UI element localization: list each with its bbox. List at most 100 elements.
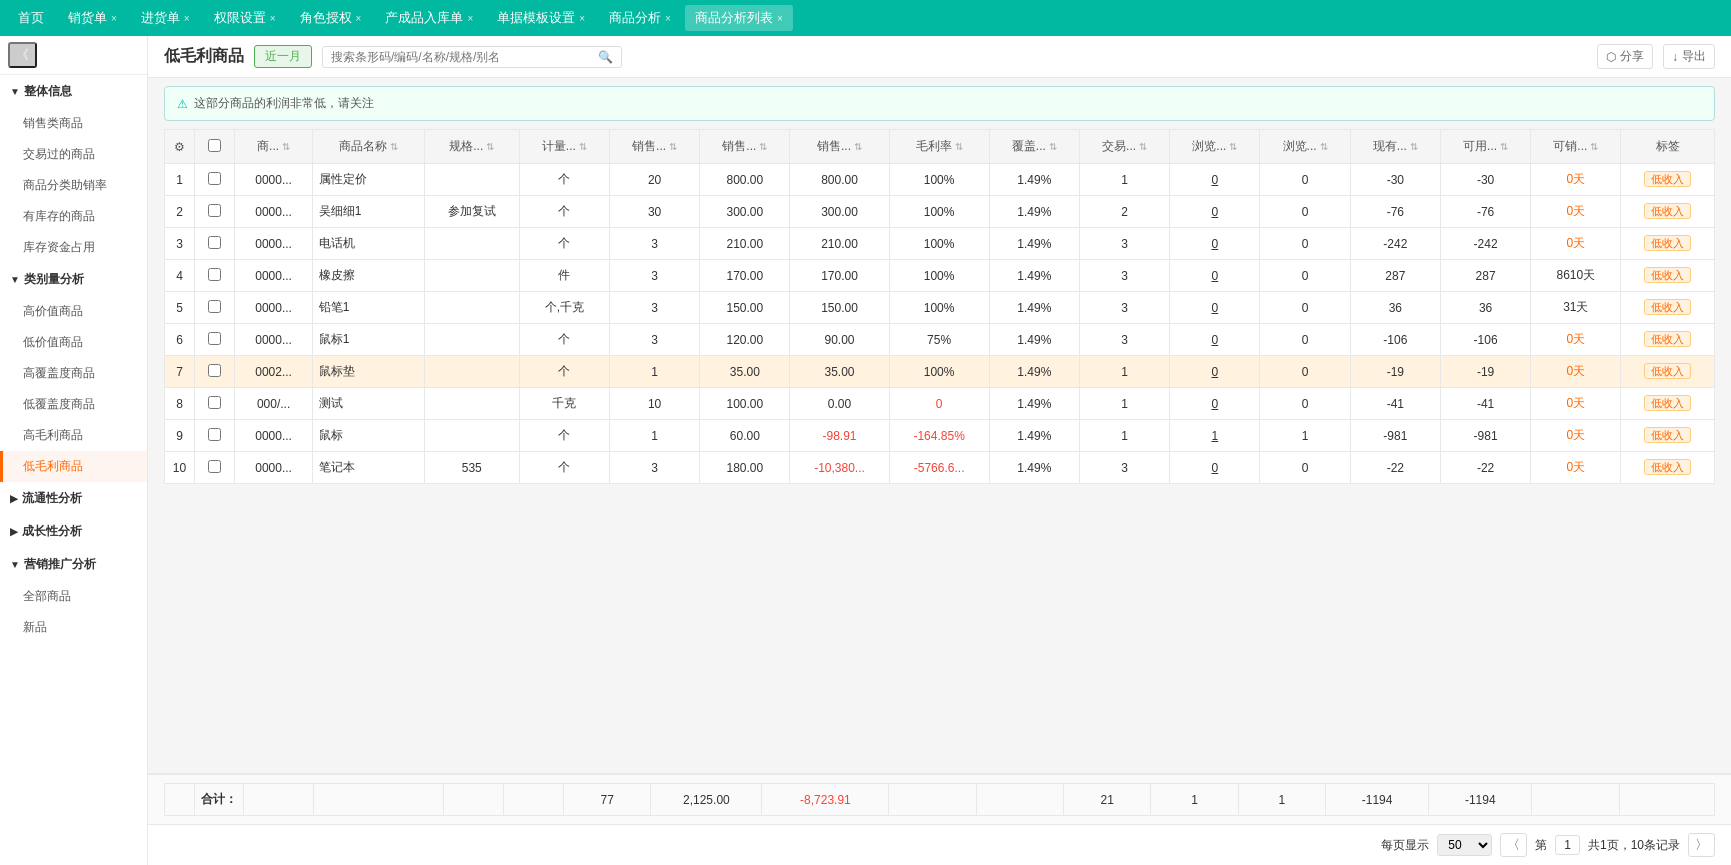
sidebar-item-all-goods[interactable]: 全部商品 [0, 581, 147, 612]
nav-close-product[interactable]: × [467, 13, 473, 24]
pagination-bar: 每页显示 50 100 200 〈 第 1 共1页，10条记录 〉 [148, 824, 1731, 865]
col-name[interactable]: 商品名称 ⇅ [312, 130, 424, 164]
row-checkbox[interactable] [195, 292, 235, 324]
nav-sales-order[interactable]: 销货单 × [58, 5, 127, 31]
nav-close-list[interactable]: × [777, 13, 783, 24]
select-all-checkbox[interactable] [208, 139, 221, 152]
col-unit[interactable]: 计量... ⇅ [519, 130, 609, 164]
row-name: 橡皮擦 [312, 260, 424, 292]
sidebar-section-overall[interactable]: ▼ 整体信息 [0, 75, 147, 108]
sidebar-item-new-goods[interactable]: 新品 [0, 612, 147, 643]
nav-close-permissions[interactable]: × [270, 13, 276, 24]
nav-close-template[interactable]: × [579, 13, 585, 24]
nav-template-settings[interactable]: 单据模板设置 × [487, 5, 595, 31]
col-spec[interactable]: 规格... ⇅ [424, 130, 519, 164]
nav-product-analysis[interactable]: 商品分析 × [599, 5, 681, 31]
row-checkbox[interactable] [195, 356, 235, 388]
nav-product-entry[interactable]: 产成品入库单 × [375, 5, 483, 31]
sidebar-item-category-rate[interactable]: 商品分类助销率 [0, 170, 147, 201]
sidebar-collapse-btn[interactable]: 《 [8, 42, 37, 68]
nav-permissions[interactable]: 权限设置 × [204, 5, 286, 31]
nav-close-purchase[interactable]: × [184, 13, 190, 24]
sidebar-item-sales-goods[interactable]: 销售类商品 [0, 108, 147, 139]
sidebar-item-stock-goods[interactable]: 有库存的商品 [0, 201, 147, 232]
row-checkbox[interactable] [195, 260, 235, 292]
row-checkbox[interactable] [195, 324, 235, 356]
row-views1[interactable]: 0 [1170, 356, 1260, 388]
row-checkbox[interactable] [195, 164, 235, 196]
page-size-select[interactable]: 50 100 200 [1437, 834, 1492, 856]
row-number: 3 [165, 228, 195, 260]
prev-page-btn[interactable]: 〈 [1500, 833, 1527, 857]
filter-period-btn[interactable]: 近一月 [254, 45, 312, 68]
col-views2[interactable]: 浏览... ⇅ [1260, 130, 1350, 164]
sidebar-item-high-coverage[interactable]: 高覆盖度商品 [0, 358, 147, 389]
row-checkbox[interactable] [195, 228, 235, 260]
next-page-btn[interactable]: 〉 [1688, 833, 1715, 857]
sidebar-section-growth[interactable]: ▶ 成长性分析 [0, 515, 147, 548]
sidebar-item-traded-goods[interactable]: 交易过的商品 [0, 139, 147, 170]
col-sellable[interactable]: 可销... ⇅ [1531, 130, 1621, 164]
row-views1[interactable]: 0 [1170, 260, 1260, 292]
col-current-stock[interactable]: 现有... ⇅ [1350, 130, 1440, 164]
row-checkbox[interactable] [195, 388, 235, 420]
row-views1[interactable]: 1 [1170, 420, 1260, 452]
row-coverage: 1.49% [989, 228, 1079, 260]
sidebar-item-low-coverage[interactable]: 低覆盖度商品 [0, 389, 147, 420]
table-row: 2 0000... 吴细细1 参加复试 个 30 300.00 300.00 1… [165, 196, 1715, 228]
sort-transactions: ⇅ [1139, 141, 1147, 152]
sidebar-section-marketing[interactable]: ▼ 营销推广分析 [0, 548, 147, 581]
nav-home[interactable]: 首页 [8, 5, 54, 31]
row-checkbox[interactable] [195, 452, 235, 484]
row-code: 0000... [235, 196, 312, 228]
row-checkbox[interactable] [195, 420, 235, 452]
row-views1[interactable]: 0 [1170, 228, 1260, 260]
col-gross-margin[interactable]: 毛利率 ⇅ [889, 130, 989, 164]
col-views1[interactable]: 浏览... ⇅ [1170, 130, 1260, 164]
col-coverage[interactable]: 覆盖... ⇅ [989, 130, 1079, 164]
sidebar-item-high-margin[interactable]: 高毛利商品 [0, 420, 147, 451]
row-sales-qty: 20 [609, 164, 699, 196]
row-unit: 个 [519, 452, 609, 484]
nav-close-analysis[interactable]: × [665, 13, 671, 24]
row-views1[interactable]: 0 [1170, 324, 1260, 356]
search-icon[interactable]: 🔍 [598, 50, 613, 64]
search-input[interactable] [331, 50, 598, 64]
row-tag: 低收入 [1621, 164, 1715, 196]
col-sales-profit[interactable]: 销售... ⇅ [790, 130, 889, 164]
row-checkbox[interactable] [195, 196, 235, 228]
row-sales-profit: 150.00 [790, 292, 889, 324]
row-views1[interactable]: 0 [1170, 388, 1260, 420]
row-sales-profit: 210.00 [790, 228, 889, 260]
sidebar-item-low-value[interactable]: 低价值商品 [0, 327, 147, 358]
nav-close-sales[interactable]: × [111, 13, 117, 24]
nav-purchase[interactable]: 进货单 × [131, 5, 200, 31]
col-sales-qty[interactable]: 销售... ⇅ [609, 130, 699, 164]
nav-close-role[interactable]: × [356, 13, 362, 24]
sidebar-item-stock-fund[interactable]: 库存资金占用 [0, 232, 147, 263]
export-btn[interactable]: ↓ 导出 [1663, 44, 1715, 69]
row-views1[interactable]: 0 [1170, 292, 1260, 324]
row-views1[interactable]: 0 [1170, 452, 1260, 484]
sidebar-section-circulation[interactable]: ▶ 流通性分析 [0, 482, 147, 515]
col-sales-price[interactable]: 销售... ⇅ [700, 130, 790, 164]
share-btn[interactable]: ⬡ 分享 [1597, 44, 1653, 69]
sidebar-section-category[interactable]: ▼ 类别量分析 [0, 263, 147, 296]
row-views2: 0 [1260, 356, 1350, 388]
row-sellable: 0天 [1531, 196, 1621, 228]
row-number: 10 [165, 452, 195, 484]
main-content: 低毛利商品 近一月 🔍 ⬡ 分享 ↓ 导出 ⚠ 这部分商品的利润非常低，请关注 [148, 36, 1731, 865]
nav-role-auth[interactable]: 角色授权 × [290, 5, 372, 31]
nav-analysis-list[interactable]: 商品分析列表 × [685, 5, 793, 31]
col-transactions[interactable]: 交易... ⇅ [1079, 130, 1169, 164]
col-checkbox-header[interactable] [195, 130, 235, 164]
sidebar-item-high-value[interactable]: 高价值商品 [0, 296, 147, 327]
row-views1[interactable]: 0 [1170, 196, 1260, 228]
row-transactions: 3 [1079, 228, 1169, 260]
col-code[interactable]: 商... ⇅ [235, 130, 312, 164]
col-available[interactable]: 可用... ⇅ [1440, 130, 1530, 164]
col-settings[interactable]: ⚙ [165, 130, 195, 164]
sidebar-item-low-margin[interactable]: 低毛利商品 [0, 451, 147, 482]
row-views1[interactable]: 0 [1170, 164, 1260, 196]
row-spec [424, 420, 519, 452]
